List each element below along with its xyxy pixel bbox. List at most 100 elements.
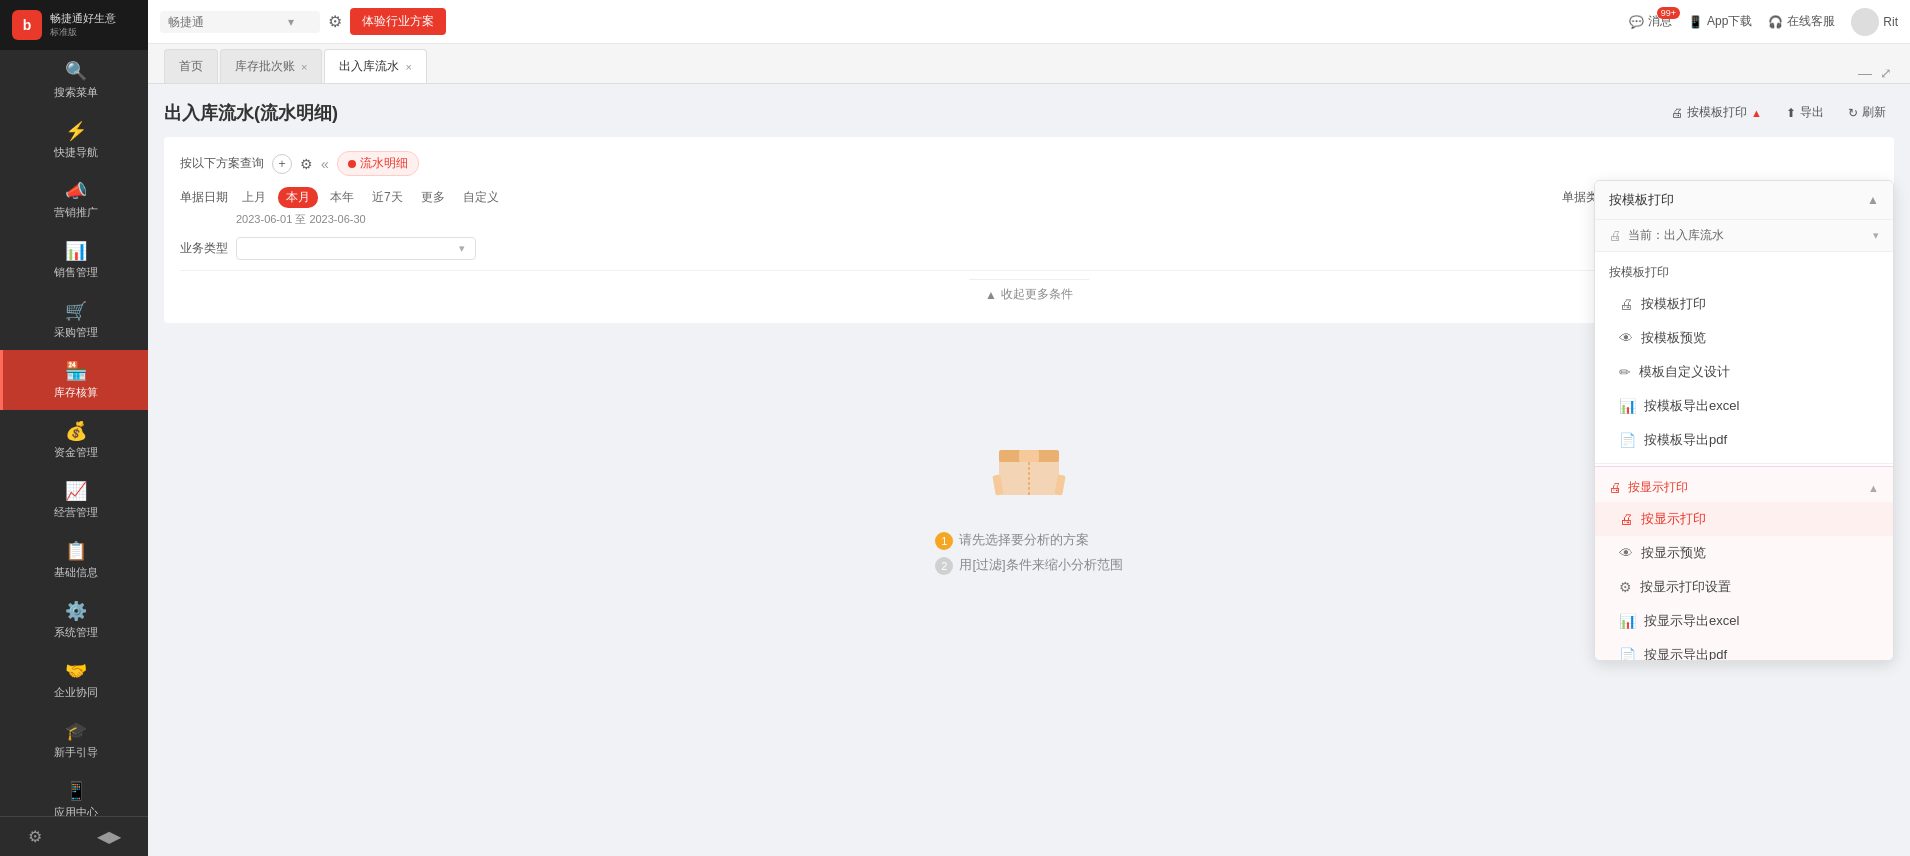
display-print-section: 🖨 按显示打印 ▲ 🖨 按显示打印 👁 按显示预览 [1595, 466, 1893, 660]
app-download-label: App下载 [1707, 13, 1752, 30]
template-pdf-item-label: 按模板导出pdf [1644, 431, 1727, 449]
print-chevron-icon[interactable]: ▲ [1751, 107, 1762, 119]
sidebar-item-finance[interactable]: 💰 资金管理 [0, 410, 148, 470]
search-input[interactable] [168, 15, 288, 29]
template-print-btn[interactable]: 🖨 按模板打印 ▲ [1663, 100, 1770, 125]
template-excel-item[interactable]: 📊 按模板导出excel [1595, 389, 1893, 423]
sidebar-item-guide[interactable]: 🎓 新手引导 [0, 710, 148, 770]
date-btn-last-month[interactable]: 上月 [236, 187, 272, 208]
sidebar-item-operations[interactable]: 📈 经营管理 [0, 470, 148, 530]
display-pdf-item[interactable]: 📄 按显示导出pdf [1595, 638, 1893, 660]
empty-step-1: 1 请先选择要分析的方案 [935, 531, 1122, 550]
display-pdf-item-label: 按显示导出pdf [1644, 646, 1727, 660]
sidebar-item-quick-nav[interactable]: ⚡ 快捷导航 [0, 110, 148, 170]
active-filter-chip[interactable]: 流水明细 [337, 151, 419, 176]
sidebar-settings-icon[interactable]: ⚙ [28, 827, 42, 846]
sidebar-item-cooperation[interactable]: 🤝 企业协同 [0, 650, 148, 710]
message-btn[interactable]: 💬 消息 99+ [1629, 13, 1672, 30]
tab-inventory-batch-close-icon[interactable]: × [301, 61, 307, 73]
filter-collapse-icon[interactable]: « [321, 156, 329, 172]
app-download-btn[interactable]: 📱 App下载 [1688, 13, 1752, 30]
refresh-btn[interactable]: ↻ 刷新 [1840, 100, 1894, 125]
trial-btn[interactable]: 体验行业方案 [350, 8, 446, 35]
sidebar-item-purchase[interactable]: 🛒 采购管理 [0, 290, 148, 350]
date-btn-this-month[interactable]: 本月 [278, 187, 318, 208]
template-print-section: 按模板打印 🖨 按模板打印 👁 按模板预览 ✏ [1595, 252, 1893, 461]
sidebar-sales-icon: 📊 [65, 240, 87, 262]
template-custom-item-label: 模板自定义设计 [1639, 363, 1730, 381]
date-btn-custom[interactable]: 自定义 [457, 187, 505, 208]
logo-badge: 标准版 [50, 26, 116, 39]
window-minimize-icon[interactable]: — [1856, 63, 1874, 83]
template-preview-item-label: 按模板预览 [1641, 329, 1706, 347]
export-btn[interactable]: ⬆ 导出 [1778, 100, 1832, 125]
display-print-item-label: 按显示打印 [1641, 510, 1706, 528]
template-print-label: 按模板打印 [1687, 104, 1747, 121]
empty-steps-list: 1 请先选择要分析的方案 2 用[过滤]条件来缩小分析范围 [935, 531, 1122, 581]
sidebar-item-sales[interactable]: 📊 销售管理 [0, 230, 148, 290]
display-settings-item[interactable]: ⚙ 按显示打印设置 [1595, 570, 1893, 604]
topbar-gear-icon[interactable]: ⚙ [328, 12, 342, 31]
user-name: Rit [1883, 15, 1898, 29]
sidebar-item-inventory[interactable]: 🏪 库存核算 [0, 350, 148, 410]
tab-flow-close-icon[interactable]: × [405, 61, 411, 73]
user-profile-btn[interactable]: Rit [1851, 8, 1898, 36]
online-service-label: 在线客服 [1787, 13, 1835, 30]
tab-home-label: 首页 [179, 58, 203, 75]
display-section-title: 🖨 按显示打印 [1609, 479, 1688, 496]
display-print-item[interactable]: 🖨 按显示打印 [1595, 502, 1893, 536]
display-preview-item[interactable]: 👁 按显示预览 [1595, 536, 1893, 570]
tab-inventory-batch-label: 库存批次账 [235, 58, 295, 75]
business-type-select[interactable]: ▾ [236, 237, 476, 260]
template-preview-item[interactable]: 👁 按模板预览 [1595, 321, 1893, 355]
sidebar-item-search[interactable]: 🔍 搜索菜单 [0, 50, 148, 110]
collapse-more-btn[interactable]: ▲ 收起更多条件 [969, 279, 1089, 309]
search-box[interactable]: ▾ [160, 11, 320, 33]
sidebar-bottom: ⚙ ◀▶ [0, 816, 148, 856]
tab-home[interactable]: 首页 [164, 49, 218, 83]
sidebar-item-app-center[interactable]: 📱 应用中心 [0, 770, 148, 816]
avatar [1851, 8, 1879, 36]
date-btn-more[interactable]: 更多 [415, 187, 451, 208]
sidebar-quick-nav-icon: ⚡ [65, 120, 87, 142]
template-section-title: 按模板打印 [1609, 264, 1669, 281]
sidebar-purchase-label: 采购管理 [54, 325, 98, 340]
template-custom-item[interactable]: ✏ 模板自定义设计 [1595, 355, 1893, 389]
sidebar-system-label: 系统管理 [54, 625, 98, 640]
display-settings-item-icon: ⚙ [1619, 579, 1632, 595]
template-pdf-item[interactable]: 📄 按模板导出pdf [1595, 423, 1893, 457]
date-btn-this-year[interactable]: 本年 [324, 187, 360, 208]
dropdown-panel-chevron-icon[interactable]: ▲ [1867, 193, 1879, 207]
dropdown-scroll: 🖨 当前：出入库流水 ▾ 按模板打印 🖨 [1595, 220, 1893, 660]
tab-inventory-batch[interactable]: 库存批次账 × [220, 49, 322, 83]
sidebar-item-system[interactable]: ⚙️ 系统管理 [0, 590, 148, 650]
sidebar-collapse-icon[interactable]: ◀▶ [97, 827, 121, 846]
filter-add-btn[interactable]: + [272, 154, 292, 174]
template-pdf-item-icon: 📄 [1619, 432, 1636, 448]
template-print-item[interactable]: 🖨 按模板打印 [1595, 287, 1893, 321]
filter-header: 按以下方案查询 + ⚙ « 流水明细 [180, 151, 1878, 176]
template-excel-item-label: 按模板导出excel [1644, 397, 1739, 415]
tab-flow[interactable]: 出入库流水 × [324, 49, 426, 83]
display-excel-item[interactable]: 📊 按显示导出excel [1595, 604, 1893, 638]
window-controls: — ⤢ [1856, 63, 1894, 83]
tab-flow-label: 出入库流水 [339, 58, 399, 75]
message-badge: 99+ [1657, 7, 1680, 19]
display-pdf-item-icon: 📄 [1619, 647, 1636, 660]
template-section-label: 按模板打印 [1609, 264, 1669, 281]
sidebar-operations-icon: 📈 [65, 480, 87, 502]
sidebar-inventory-label: 库存核算 [54, 385, 98, 400]
date-btn-7days[interactable]: 近7天 [366, 187, 409, 208]
filter-setting-icon[interactable]: ⚙ [300, 156, 313, 172]
display-section-arrow-icon[interactable]: ▲ [1868, 482, 1879, 494]
date-range-text: 2023-06-01 至 2023-06-30 [236, 213, 366, 225]
main-content: ▾ ⚙ 体验行业方案 💬 消息 99+ 📱 App下载 🎧 在线客服 [148, 0, 1910, 856]
window-restore-icon[interactable]: ⤢ [1878, 63, 1894, 83]
search-chevron-icon[interactable]: ▾ [288, 15, 294, 29]
online-service-btn[interactable]: 🎧 在线客服 [1768, 13, 1835, 30]
display-excel-item-icon: 📊 [1619, 613, 1636, 629]
sidebar-item-basic-info[interactable]: 📋 基础信息 [0, 530, 148, 590]
current-arrow-icon[interactable]: ▾ [1873, 229, 1879, 242]
sidebar-item-marketing[interactable]: 📣 营销推广 [0, 170, 148, 230]
display-section-header: 🖨 按显示打印 ▲ [1595, 471, 1893, 502]
